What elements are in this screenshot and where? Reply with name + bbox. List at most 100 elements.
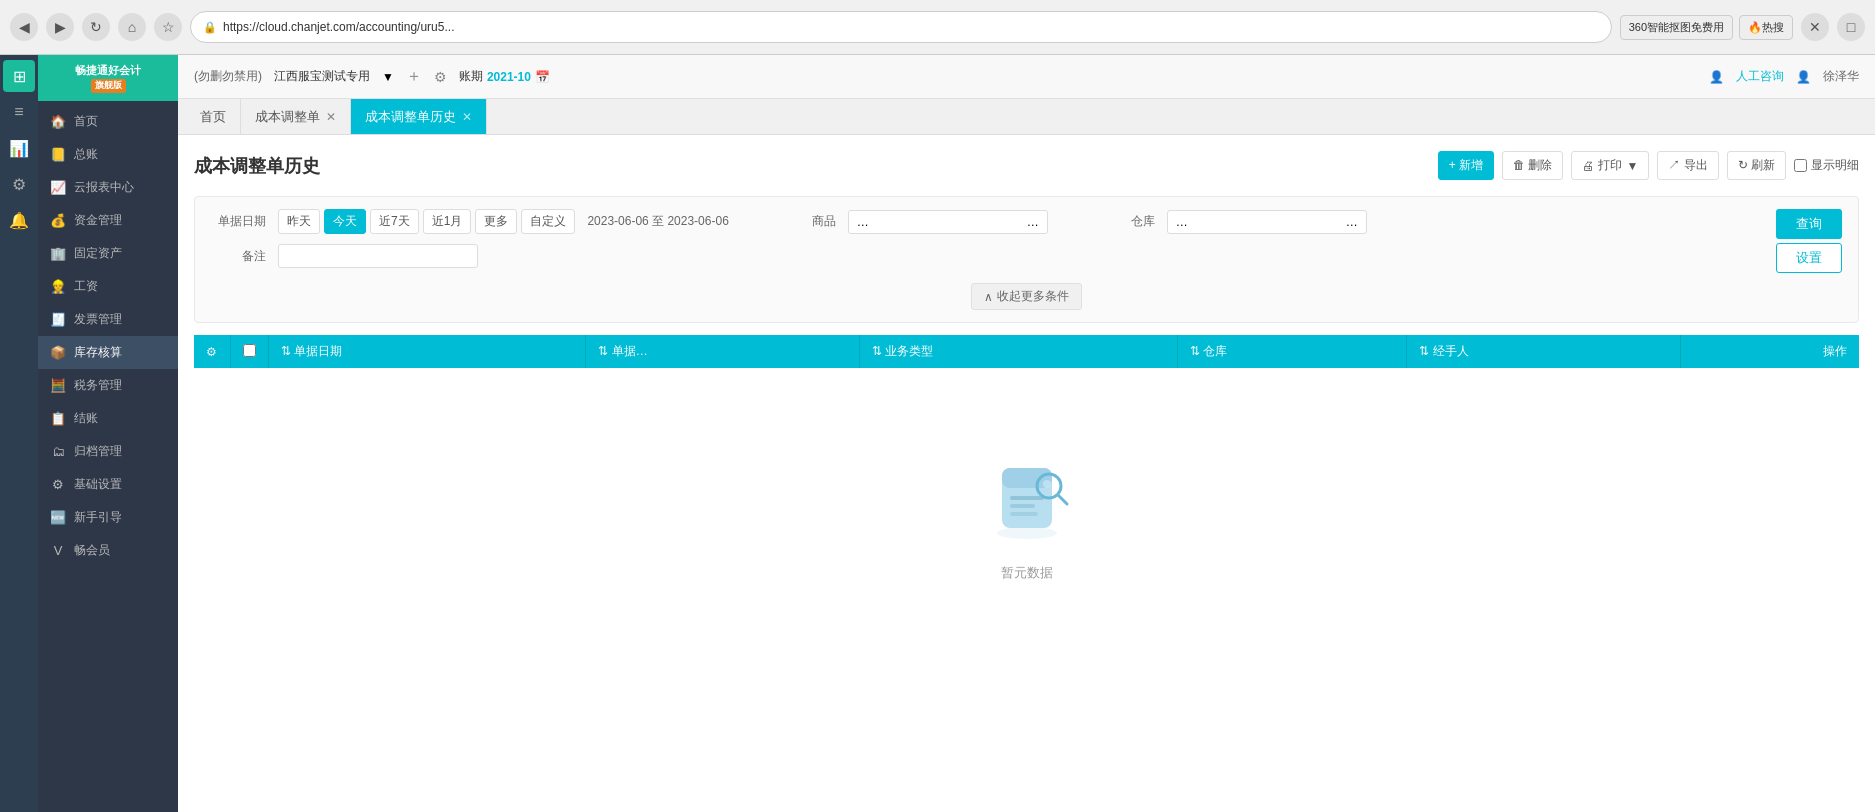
sidebar-label-ledger: 总账: [74, 146, 98, 163]
empty-state: 暂元数据: [194, 368, 1859, 662]
sidebar-item-archive[interactable]: 🗂 归档管理: [38, 435, 178, 468]
calendar-icon[interactable]: 📅: [535, 70, 550, 84]
collapse-button[interactable]: ∧ 收起更多条件: [971, 283, 1082, 310]
export-button[interactable]: ↗ 导出: [1657, 151, 1718, 180]
goods-select-btn[interactable]: … …: [848, 210, 1048, 234]
date-custom-btn[interactable]: 自定义: [521, 209, 575, 234]
show-detail-checkbox[interactable]: 显示明细: [1794, 157, 1859, 174]
address-bar[interactable]: 🔒 https://cloud.chanjet.com/accounting/u…: [190, 11, 1612, 43]
th-settings[interactable]: ⚙: [194, 335, 230, 368]
icon-bar: ⊞ ≡ 📊 ⚙ 🔔: [0, 55, 38, 812]
print-dropdown-icon[interactable]: ▼: [1626, 159, 1638, 173]
iconbar-item-0[interactable]: ⊞: [3, 60, 35, 92]
filter-area: 单据日期 昨天 今天 近7天 近1月 更多 自定义 2023-06-06 至 2…: [194, 196, 1859, 323]
th-date-label: ⇅ 单据日期: [281, 344, 342, 358]
th-checkbox[interactable]: [230, 335, 268, 368]
tab-cost-adjust-history[interactable]: 成本调整单历史 ✕: [351, 99, 487, 134]
lock-icon: 🔒: [203, 21, 217, 34]
svg-rect-4: [1010, 504, 1035, 508]
date-yesterday-btn[interactable]: 昨天: [278, 209, 320, 234]
user-service-label[interactable]: 人工咨询: [1736, 68, 1784, 85]
main-content: (勿删勿禁用) 江西服宝测试专用 ▼ ＋ ⚙ 账期 2021-10 📅 👤 人工…: [178, 55, 1875, 812]
page-actions: + 新增 🗑 删除 🖨 打印 ▼ ↗ 导出 ↻ 刷新 显示明细: [1438, 151, 1859, 180]
th-handler[interactable]: ⇅ 经手人: [1407, 335, 1681, 368]
svg-point-0: [997, 527, 1057, 539]
th-number-label: ⇅ 单据…: [598, 344, 647, 358]
sidebar-label-settings: 基础设置: [74, 476, 122, 493]
show-detail-input[interactable]: [1794, 159, 1807, 172]
tab-home[interactable]: 首页: [186, 99, 241, 134]
iconbar-item-3[interactable]: ⚙: [3, 168, 35, 200]
archive-icon: 🗂: [50, 444, 66, 459]
home-button[interactable]: ⌂: [118, 13, 146, 41]
url-text: https://cloud.chanjet.com/accounting/uru…: [223, 20, 454, 34]
sidebar-item-ledger[interactable]: 📒 总账: [38, 138, 178, 171]
window-max-button[interactable]: □: [1837, 13, 1865, 41]
tab-cost-adjust-close[interactable]: ✕: [326, 110, 336, 124]
browser-chrome: ◀ ▶ ↻ ⌂ ☆ 🔒 https://cloud.chanjet.com/ac…: [0, 0, 1875, 55]
sidebar-item-inventory[interactable]: 📦 库存核算: [38, 336, 178, 369]
sidebar-item-funds[interactable]: 💰 资金管理: [38, 204, 178, 237]
setting-button[interactable]: 设置: [1776, 243, 1842, 273]
sidebar-logo: 畅捷通好会计 旗舰版: [75, 63, 141, 93]
hot-search-label[interactable]: 🔥热搜: [1739, 15, 1793, 40]
tab-cost-adjust-history-close[interactable]: ✕: [462, 110, 472, 124]
gear-icon[interactable]: ⚙: [434, 69, 447, 85]
settings-icon: ⚙: [50, 477, 66, 492]
sidebar-item-payroll[interactable]: 👷 工资: [38, 270, 178, 303]
iconbar-item-4[interactable]: 🔔: [3, 204, 35, 236]
th-warehouse[interactable]: ⇅ 仓库: [1177, 335, 1406, 368]
vip-icon: V: [50, 543, 66, 558]
empty-state-cell: 暂元数据: [194, 368, 1859, 662]
warehouse-select-btn[interactable]: … …: [1167, 210, 1367, 234]
sidebar-item-guide[interactable]: 🆕 新手引导: [38, 501, 178, 534]
new-button[interactable]: + 新增: [1438, 151, 1494, 180]
dropdown-icon[interactable]: ▼: [382, 70, 394, 84]
th-number[interactable]: ⇅ 单据…: [586, 335, 860, 368]
window-close-button[interactable]: ✕: [1801, 13, 1829, 41]
sidebar-item-tax[interactable]: 🧮 税务管理: [38, 369, 178, 402]
date-7days-btn[interactable]: 近7天: [370, 209, 419, 234]
guide-icon: 🆕: [50, 510, 66, 525]
app-container: ⊞ ≡ 📊 ⚙ 🔔 畅捷通好会计 旗舰版 🏠 首页 📒 总账 📈 云报表中心: [0, 55, 1875, 812]
collapse-label: 收起更多条件: [997, 288, 1069, 305]
date-more-btn[interactable]: 更多: [475, 209, 517, 234]
sidebar-item-home[interactable]: 🏠 首页: [38, 105, 178, 138]
back-button[interactable]: ◀: [10, 13, 38, 41]
date-today-btn[interactable]: 今天: [324, 209, 366, 234]
star-button[interactable]: ☆: [154, 13, 182, 41]
th-date[interactable]: ⇅ 单据日期: [268, 335, 586, 368]
th-biztype[interactable]: ⇅ 业务类型: [859, 335, 1177, 368]
delete-button[interactable]: 🗑 删除: [1502, 151, 1563, 180]
print-button[interactable]: 🖨 打印 ▼: [1571, 151, 1649, 180]
ledger-icon: 📒: [50, 147, 66, 162]
refresh-button[interactable]: ↻: [82, 13, 110, 41]
iconbar-item-1[interactable]: ≡: [3, 96, 35, 128]
add-company-btn[interactable]: ＋: [406, 66, 422, 87]
sidebar-label-home: 首页: [74, 113, 98, 130]
date-1month-btn[interactable]: 近1月: [423, 209, 472, 234]
iconbar-item-2[interactable]: 📊: [3, 132, 35, 164]
refresh-button-page[interactable]: ↻ 刷新: [1727, 151, 1786, 180]
home-icon: 🏠: [50, 114, 66, 129]
filter-row-2: 备注: [211, 244, 1760, 268]
browser-actions: 360智能抠图免费用 🔥热搜: [1620, 15, 1793, 40]
sidebar-item-vip[interactable]: V 畅会员: [38, 534, 178, 567]
tab-cost-adjust-history-label: 成本调整单历史: [365, 108, 456, 126]
remark-input[interactable]: [278, 244, 478, 268]
svg-rect-5: [1010, 512, 1038, 516]
period-label: 账期: [459, 68, 483, 85]
sidebar-item-invoice[interactable]: 🧾 发票管理: [38, 303, 178, 336]
company-name: 江西服宝测试专用: [274, 68, 370, 85]
sidebar-item-settings[interactable]: ⚙ 基础设置: [38, 468, 178, 501]
sidebar-item-assets[interactable]: 🏢 固定资产: [38, 237, 178, 270]
sidebar-item-report[interactable]: 📈 云报表中心: [38, 171, 178, 204]
user-avatar-icon: 👤: [1796, 70, 1811, 84]
sidebar-item-close[interactable]: 📋 结账: [38, 402, 178, 435]
user-name[interactable]: 徐泽华: [1823, 68, 1859, 85]
forward-button[interactable]: ▶: [46, 13, 74, 41]
tab-cost-adjust[interactable]: 成本调整单 ✕: [241, 99, 351, 134]
query-button[interactable]: 查询: [1776, 209, 1842, 239]
select-all-checkbox[interactable]: [243, 344, 256, 357]
search-bar-text[interactable]: 360智能抠图免费用: [1620, 15, 1733, 40]
